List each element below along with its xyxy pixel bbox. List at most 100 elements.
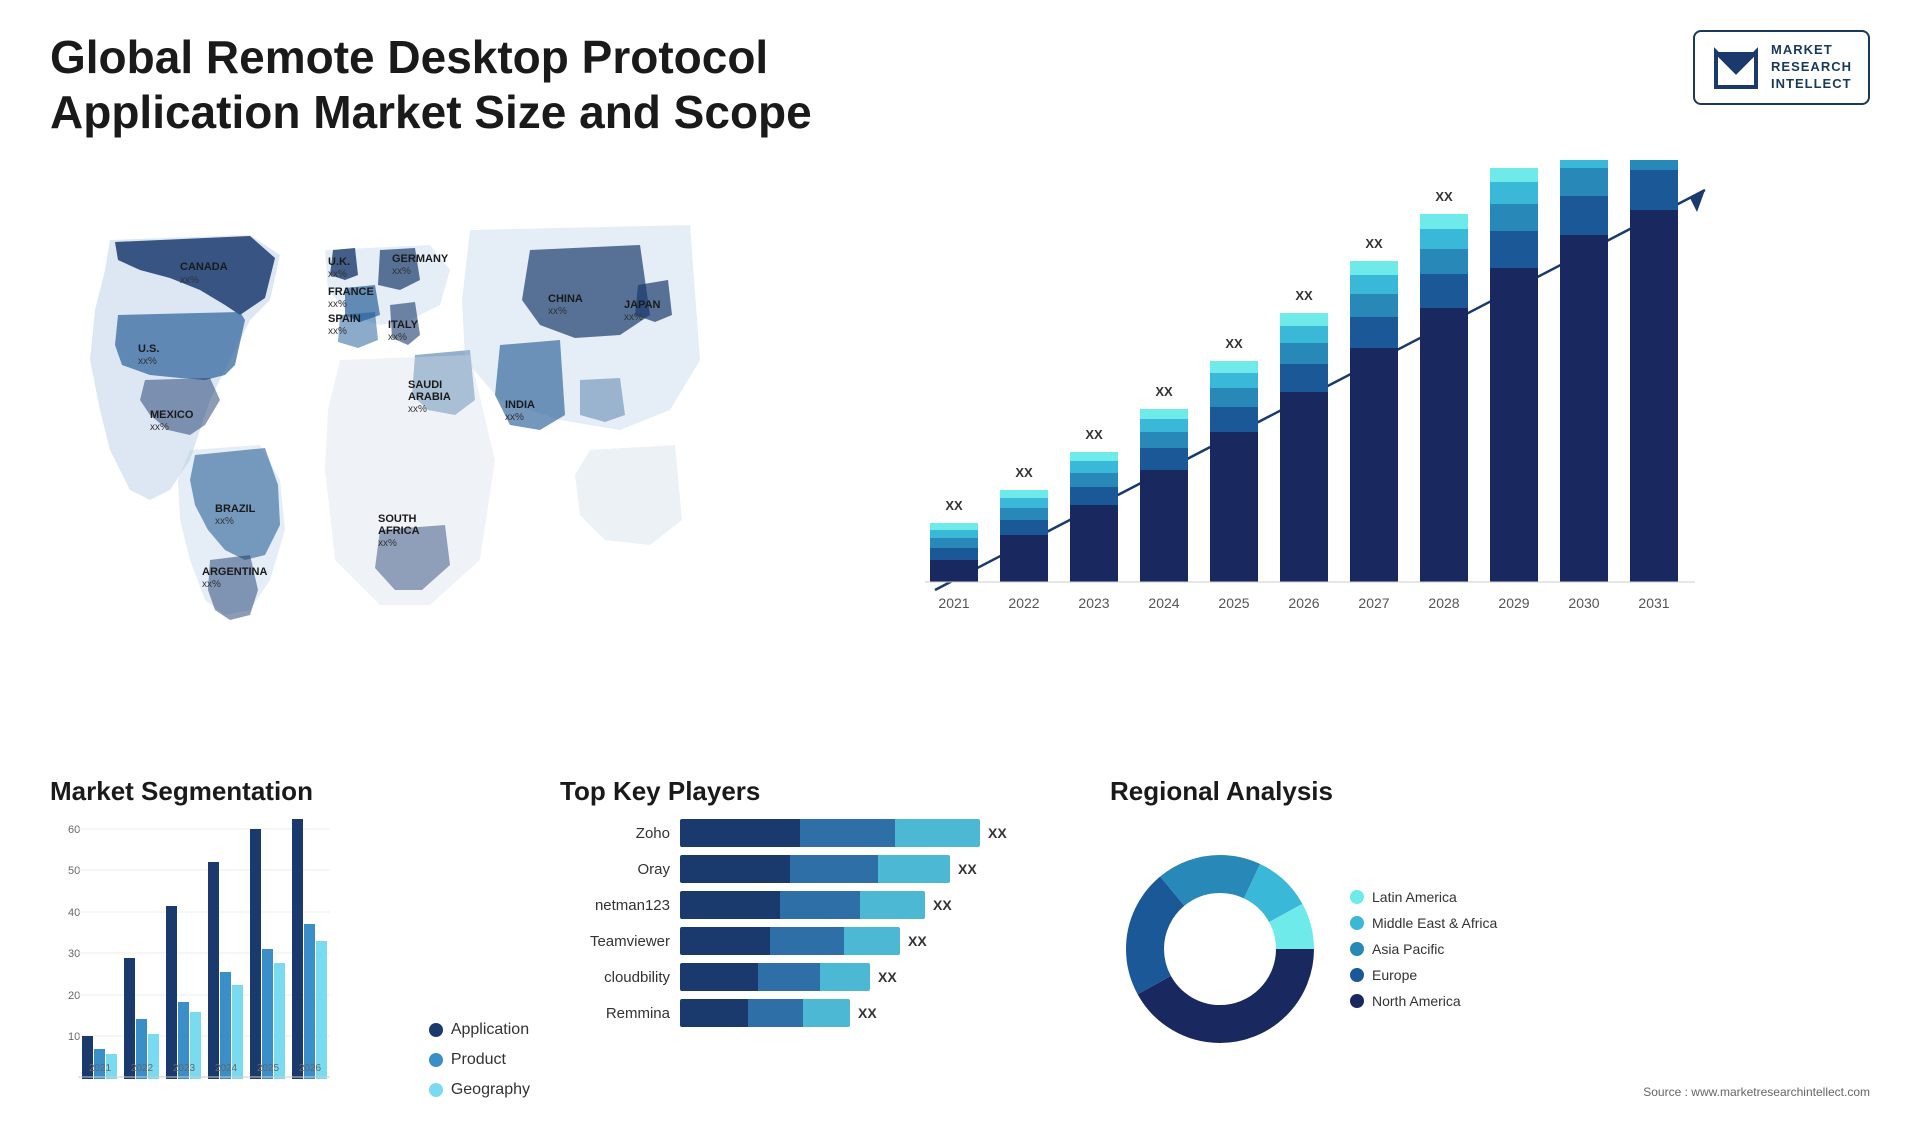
svg-text:2031: 2031 <box>1638 595 1669 611</box>
donut-label-latin-america: Latin America <box>1372 889 1457 905</box>
player-bar-netman: XX <box>680 891 1080 919</box>
svg-text:XX: XX <box>1225 336 1243 351</box>
donut-container: Latin America Middle East & Africa Asia … <box>1110 819 1870 1079</box>
segmentation-bars: 60 50 40 30 20 10 <box>50 819 399 1099</box>
svg-text:2022: 2022 <box>1008 595 1039 611</box>
svg-text:2028: 2028 <box>1428 595 1459 611</box>
legend-geography: Geography <box>429 1081 530 1099</box>
svg-text:INDIA: INDIA <box>505 399 535 411</box>
bar-2030: XX 2030 <box>1560 160 1608 611</box>
market-size-bar-chart: XX 2021 XX 2022 <box>740 160 1870 650</box>
player-xx-remmina: XX <box>858 1005 877 1021</box>
svg-text:XX: XX <box>1435 189 1453 204</box>
bar-2025: XX 2025 <box>1210 336 1258 611</box>
player-xx-netman: XX <box>933 897 952 913</box>
bar-2023: XX 2023 <box>1070 427 1118 611</box>
donut-legend-asia-pacific: Asia Pacific <box>1350 941 1497 957</box>
svg-text:XX: XX <box>1295 288 1313 303</box>
svg-text:AFRICA: AFRICA <box>378 525 420 537</box>
brand-logo-icon <box>1711 42 1761 92</box>
world-map-svg: CANADA xx% U.S. xx% MEXICO xx% BRAZIL xx… <box>50 160 710 650</box>
legend-application-label: Application <box>451 1021 529 1039</box>
svg-text:xx%: xx% <box>328 326 347 337</box>
player-bar-remmina: XX <box>680 999 1080 1027</box>
segmentation-section: Market Segmentation 60 50 40 30 20 <box>50 776 530 1116</box>
svg-text:xx%: xx% <box>150 422 169 433</box>
players-chart: Zoho XX Oray <box>560 819 1080 1027</box>
map-container: CANADA xx% U.S. xx% MEXICO xx% BRAZIL xx… <box>50 160 710 650</box>
donut-label-north-america: North America <box>1372 993 1461 1009</box>
svg-text:xx%: xx% <box>392 266 411 277</box>
svg-text:2024: 2024 <box>215 1063 238 1074</box>
svg-text:MEXICO: MEXICO <box>150 409 194 421</box>
bar-2028: XX 2028 <box>1420 189 1468 611</box>
svg-text:10: 10 <box>68 1031 80 1043</box>
svg-text:U.S.: U.S. <box>138 343 159 355</box>
svg-text:20: 20 <box>68 990 80 1002</box>
svg-text:xx%: xx% <box>408 404 427 415</box>
player-row-zoho: Zoho XX <box>560 819 1080 847</box>
segmentation-legend: Application Product Geography <box>419 1021 530 1099</box>
player-row-netman: netman123 XX <box>560 891 1080 919</box>
svg-text:BRAZIL: BRAZIL <box>215 503 256 515</box>
player-name-zoho: Zoho <box>560 825 670 842</box>
logo-box: MARKETRESEARCHINTELLECT <box>1693 30 1870 105</box>
svg-text:xx%: xx% <box>138 356 157 367</box>
svg-text:2021: 2021 <box>89 1063 112 1074</box>
legend-geography-dot <box>429 1083 443 1097</box>
svg-text:2023: 2023 <box>173 1063 196 1074</box>
svg-text:GERMANY: GERMANY <box>392 253 449 265</box>
bottom-row: Market Segmentation 60 50 40 30 20 <box>50 776 1870 1116</box>
svg-text:40: 40 <box>68 907 80 919</box>
svg-text:U.K.: U.K. <box>328 256 350 268</box>
bar-2029: XX 2029 <box>1490 160 1538 611</box>
player-row-remmina: Remmina XX <box>560 999 1080 1027</box>
svg-text:XX: XX <box>1015 465 1033 480</box>
source-text: Source : www.marketresearchintellect.com <box>1110 1085 1870 1099</box>
player-xx-cloudbility: XX <box>878 969 897 985</box>
player-bar-teamviewer: XX <box>680 927 1080 955</box>
map-section: CANADA xx% U.S. xx% MEXICO xx% BRAZIL xx… <box>50 160 710 756</box>
main-content: CANADA xx% U.S. xx% MEXICO xx% BRAZIL xx… <box>50 160 1870 756</box>
player-name-cloudbility: cloudbility <box>560 969 670 986</box>
bar-2026: XX 2026 <box>1280 288 1328 611</box>
legend-product: Product <box>429 1051 530 1069</box>
donut-legend: Latin America Middle East & Africa Asia … <box>1350 889 1497 1009</box>
svg-text:2024: 2024 <box>1148 595 1179 611</box>
svg-text:XX: XX <box>1155 384 1173 399</box>
svg-text:2030: 2030 <box>1568 595 1599 611</box>
bar-2031: XX 2031 <box>1630 160 1678 611</box>
svg-text:xx%: xx% <box>180 275 199 286</box>
donut-chart-svg <box>1110 839 1330 1059</box>
donut-legend-north-america: North America <box>1350 993 1497 1009</box>
svg-text:XX: XX <box>1365 236 1383 251</box>
player-row-cloudbility: cloudbility XX <box>560 963 1080 991</box>
svg-text:30: 30 <box>68 948 80 960</box>
segmentation-chart-container: 60 50 40 30 20 10 <box>50 819 530 1099</box>
donut-dot-latin-america <box>1350 890 1364 904</box>
svg-text:2022: 2022 <box>131 1063 154 1074</box>
svg-text:xx%: xx% <box>505 412 524 423</box>
logo-area: MARKETRESEARCHINTELLECT <box>1693 30 1870 105</box>
svg-text:xx%: xx% <box>215 516 234 527</box>
player-row-oray: Oray XX <box>560 855 1080 883</box>
svg-text:60: 60 <box>68 824 80 836</box>
donut-dot-asia-pacific <box>1350 942 1364 956</box>
page-header: Global Remote Desktop Protocol Applicati… <box>50 30 1870 140</box>
svg-text:2026: 2026 <box>299 1063 322 1074</box>
svg-text:ARGENTINA: ARGENTINA <box>202 566 267 578</box>
market-size-chart-section: XX 2021 XX 2022 <box>740 160 1870 756</box>
svg-text:2025: 2025 <box>1218 595 1249 611</box>
legend-product-label: Product <box>451 1051 506 1069</box>
player-name-remmina: Remmina <box>560 1005 670 1022</box>
svg-text:2027: 2027 <box>1358 595 1389 611</box>
donut-label-asia-pacific: Asia Pacific <box>1372 941 1444 957</box>
player-name-oray: Oray <box>560 861 670 878</box>
svg-text:JAPAN: JAPAN <box>624 299 661 311</box>
svg-text:xx%: xx% <box>328 299 347 310</box>
donut-label-europe: Europe <box>1372 967 1417 983</box>
svg-text:2025: 2025 <box>257 1063 280 1074</box>
legend-geography-label: Geography <box>451 1081 530 1099</box>
svg-text:2021: 2021 <box>938 595 969 611</box>
page-title: Global Remote Desktop Protocol Applicati… <box>50 30 850 140</box>
